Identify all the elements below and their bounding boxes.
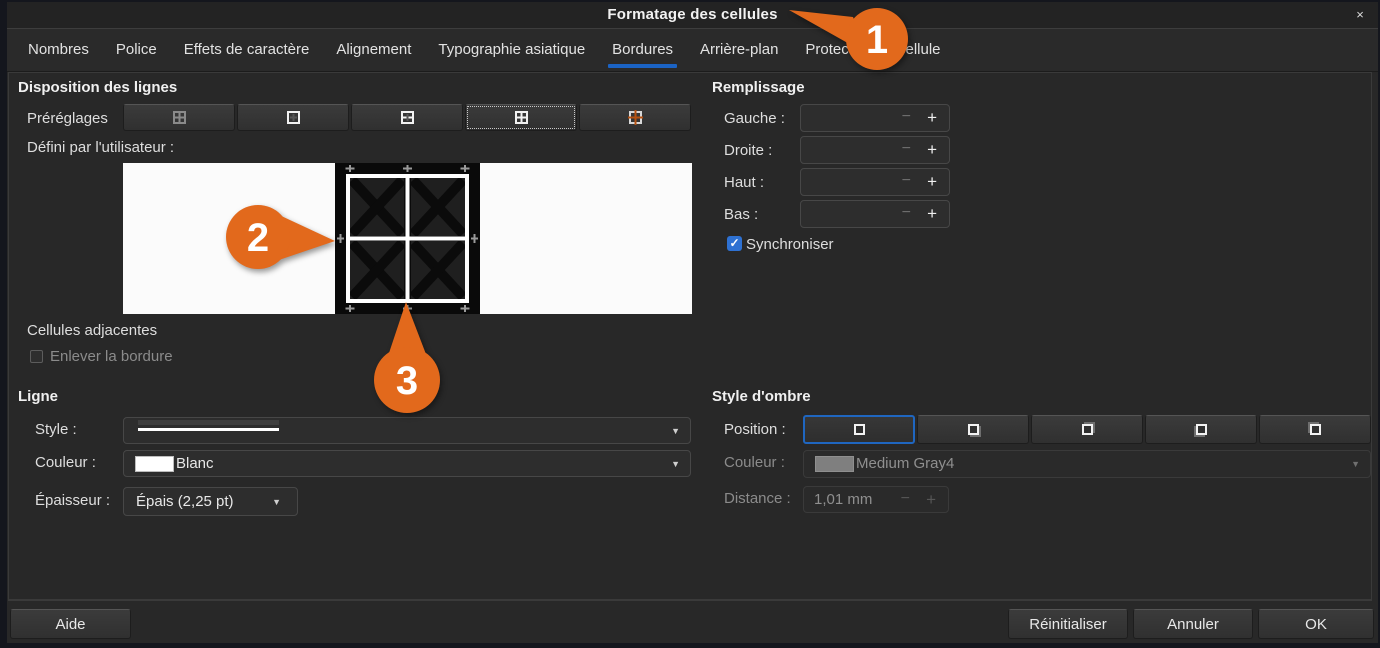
chevron-down-icon: ▼ — [272, 496, 281, 507]
section-title-ombre: Style d'ombre — [712, 388, 811, 405]
preset-box-only-button[interactable] — [237, 104, 349, 131]
section-title-adjacentes: Cellules adjacentes — [27, 322, 158, 339]
shadow-top-left-button[interactable] — [1259, 415, 1371, 444]
preset-buttons — [123, 104, 691, 131]
shadow-bottom-right-button[interactable] — [917, 415, 1029, 444]
shadow-position-buttons — [803, 415, 1371, 444]
line-style-sample — [138, 428, 279, 431]
section-title-remplissage: Remplissage — [712, 79, 805, 96]
shadow-distance-stepper: 1,01 mm − + — [803, 486, 949, 513]
shadow-top-right-button[interactable] — [1031, 415, 1143, 444]
presets-label: Préréglages — [27, 110, 108, 127]
minus-icon: − — [900, 490, 910, 507]
shadow-position-label: Position : — [724, 421, 786, 438]
shadow-distance-value: 1,01 mm — [814, 491, 873, 508]
synchronize-label: Synchroniser — [746, 236, 834, 253]
tab-nombres[interactable]: Nombres — [28, 30, 89, 70]
tab-bordures[interactable]: Bordures — [608, 30, 677, 70]
plus-icon[interactable]: + — [927, 108, 937, 128]
no-borders-icon — [172, 111, 186, 124]
line-width-combobox[interactable]: Épais (2,25 pt) ▼ — [123, 487, 298, 516]
line-color-value: Blanc — [176, 455, 214, 472]
box-horizontal-icon — [400, 111, 414, 124]
line-style-combobox[interactable]: ▼ — [123, 417, 691, 444]
window-edge — [0, 643, 1380, 648]
close-icon[interactable]: × — [1350, 5, 1370, 25]
padding-top-stepper[interactable]: − + — [800, 168, 950, 196]
shadow-bottom-left-button[interactable] — [1145, 415, 1257, 444]
synchronize-checkbox[interactable]: ✓ — [727, 236, 742, 251]
preset-outline-keep-inner-button[interactable] — [579, 104, 691, 131]
preset-box-horizontal-button[interactable] — [351, 104, 463, 131]
line-width-value: Épais (2,25 pt) — [136, 493, 234, 510]
remove-border-checkbox — [30, 350, 43, 363]
shadow-none-icon — [853, 424, 865, 435]
dialog-titlebar: Formatage des cellules × — [7, 2, 1378, 28]
shadow-color-combobox: Medium Gray4 ▼ — [803, 450, 1371, 478]
tab-arriere-plan[interactable]: Arrière-plan — [700, 30, 778, 70]
line-style-label: Style : — [35, 421, 77, 438]
minus-icon[interactable]: − — [902, 140, 911, 158]
line-style-sample-shadow — [138, 420, 279, 425]
line-color-label: Couleur : — [35, 454, 96, 471]
padding-right-stepper[interactable]: − + — [800, 136, 950, 164]
padding-right-label: Droite : — [724, 142, 773, 159]
padding-top-label: Haut : — [724, 174, 765, 191]
tab-alignement[interactable]: Alignement — [336, 30, 411, 70]
plus-icon: + — [926, 490, 936, 509]
section-title-ligne: Ligne — [18, 388, 58, 405]
shadow-bottom-left-icon — [1195, 424, 1207, 435]
box-all-inner-icon — [514, 111, 528, 124]
chevron-down-icon: ▼ — [1351, 459, 1360, 469]
reset-button[interactable]: Réinitialiser — [1008, 609, 1128, 639]
shadow-color-label: Couleur : — [724, 454, 785, 471]
gray-color-swatch — [815, 456, 854, 472]
plus-icon[interactable]: + — [927, 140, 937, 160]
plus-icon[interactable]: + — [927, 172, 937, 192]
help-button[interactable]: Aide — [10, 609, 131, 639]
tab-protection-cellule[interactable]: Protection de cellule — [805, 30, 940, 70]
shadow-top-right-icon — [1081, 424, 1093, 435]
padding-bottom-stepper[interactable]: − + — [800, 200, 950, 228]
tab-page-bordures — [8, 72, 1372, 600]
footer-divider — [8, 600, 1372, 601]
padding-bottom-label: Bas : — [724, 206, 759, 223]
preset-box-all-inner-button[interactable] — [465, 104, 577, 131]
tab-police[interactable]: Police — [116, 30, 157, 70]
user-defined-label: Défini par l'utilisateur : — [27, 139, 175, 156]
shadow-none-button[interactable] — [803, 415, 915, 444]
dialog-title: Formatage des cellules — [607, 6, 778, 23]
window-edge — [0, 0, 7, 648]
line-color-combobox[interactable]: Blanc ▼ — [123, 450, 691, 477]
shadow-color-value: Medium Gray4 — [856, 455, 955, 472]
shadow-top-left-icon — [1309, 424, 1321, 435]
shadow-bottom-right-icon — [967, 424, 979, 435]
plus-icon[interactable]: + — [927, 204, 937, 224]
minus-icon[interactable]: − — [902, 172, 911, 190]
ok-button[interactable]: OK — [1258, 609, 1374, 639]
remove-border-label: Enlever la bordure — [50, 348, 173, 365]
minus-icon[interactable]: − — [902, 108, 911, 126]
tab-typographie-asiatique[interactable]: Typographie asiatique — [438, 30, 585, 70]
padding-left-stepper[interactable]: − + — [800, 104, 950, 132]
white-color-swatch — [135, 456, 174, 472]
chevron-down-icon: ▼ — [671, 425, 680, 436]
padding-left-label: Gauche : — [724, 110, 785, 127]
minus-icon[interactable]: − — [902, 204, 911, 222]
user-defined-border-preview[interactable] — [123, 163, 692, 314]
tab-effets-caractere[interactable]: Effets de caractère — [184, 30, 310, 70]
outline-keep-inner-icon — [627, 110, 643, 125]
line-width-label: Épaisseur : — [35, 492, 111, 509]
preset-no-borders-button[interactable] — [123, 104, 235, 131]
cancel-button[interactable]: Annuler — [1133, 609, 1253, 639]
border-preview-grid — [335, 163, 480, 314]
section-title-disposition: Disposition des lignes — [18, 79, 178, 96]
chevron-down-icon: ▼ — [671, 458, 680, 469]
tab-bar: Nombres Police Effets de caractère Align… — [7, 28, 1378, 72]
box-only-icon — [286, 111, 300, 124]
shadow-distance-label: Distance : — [724, 490, 791, 507]
